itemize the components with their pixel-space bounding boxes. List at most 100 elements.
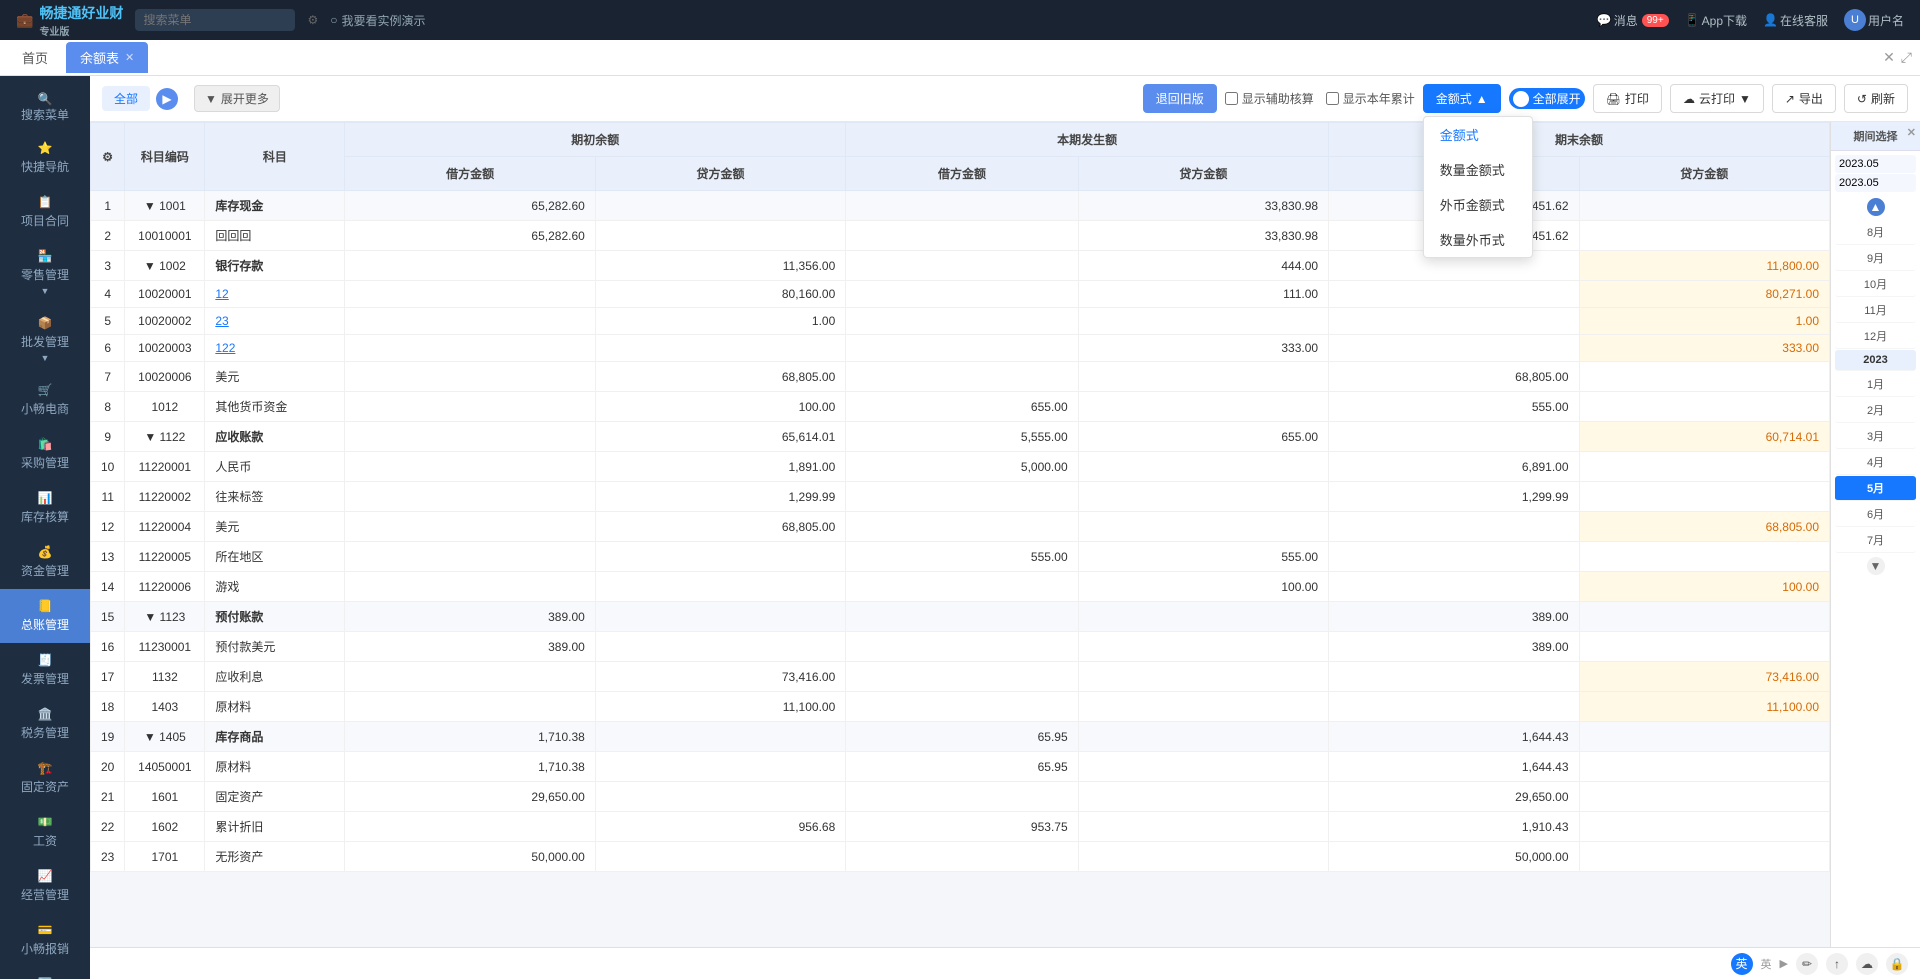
account-name-text[interactable]: 累计折旧 [215, 820, 263, 834]
upload-icon-btn[interactable]: ↑ [1826, 953, 1848, 975]
period-month-item[interactable]: 9月 [1835, 246, 1916, 271]
cloud-icon-btn[interactable]: ☁ [1856, 953, 1878, 975]
account-name[interactable]: 游戏 [205, 572, 345, 602]
account-name[interactable]: 应收利息 [205, 662, 345, 692]
sidebar-item-project[interactable]: 📋 项目合同 [0, 185, 90, 239]
account-name[interactable]: 其他货币资金 [205, 392, 345, 422]
cloud-print-btn[interactable]: ☁ 云打印 ▼ [1670, 84, 1764, 113]
sidebar-item-fixed-assets[interactable]: 🏗️ 固定资产 [0, 751, 90, 805]
lock-icon-btn[interactable]: 🔒 [1886, 953, 1908, 975]
account-name-text[interactable]: 美元 [215, 370, 239, 384]
account-name-text[interactable]: 人民币 [215, 460, 251, 474]
account-name[interactable]: 122 [205, 335, 345, 362]
return-old-btn[interactable]: 退回旧版 [1143, 84, 1217, 113]
tab-home[interactable]: 首页 [8, 42, 62, 73]
account-name[interactable]: 美元 [205, 362, 345, 392]
account-name-text[interactable]: 游戏 [215, 580, 239, 594]
print-btn[interactable]: 🖨 打印 [1593, 84, 1662, 113]
account-name[interactable]: 回回回 [205, 221, 345, 251]
account-name[interactable]: 原材料 [205, 692, 345, 722]
account-name-text[interactable]: 回回回 [215, 229, 251, 243]
period-month-item[interactable]: 11月 [1835, 298, 1916, 323]
account-name-text[interactable]: 美元 [215, 520, 239, 534]
sidebar-item-ledger[interactable]: 📒 总账管理 [0, 589, 90, 643]
account-name-text[interactable]: 原材料 [215, 700, 251, 714]
user-btn[interactable]: U 用户名 [1844, 9, 1904, 31]
account-name-text[interactable]: 12 [215, 287, 228, 301]
account-name-text[interactable]: 122 [215, 341, 235, 355]
sidebar-search[interactable]: 🔍 搜索菜单 [0, 84, 90, 131]
sidebar-item-quick-nav[interactable]: ⭐ 快捷导航 [0, 131, 90, 185]
app-download-btn[interactable]: 📱 App下载 [1685, 12, 1747, 29]
sidebar-item-payroll[interactable]: 💵 工资 [0, 805, 90, 859]
sidebar-item-purchase[interactable]: 🛍️ 采购管理 [0, 427, 90, 481]
account-name-text[interactable]: 预付款美元 [215, 640, 275, 654]
format-option-qty-amount[interactable]: 数量金额式 [1424, 152, 1532, 187]
period-up-btn[interactable]: ▲ [1867, 198, 1885, 216]
sidebar-item-inventory[interactable]: 📊 库存核算 [0, 481, 90, 535]
ytd-checkbox-input[interactable] [1326, 92, 1339, 105]
sidebar-item-ecommerce[interactable]: 🛒 小畅电商 [0, 373, 90, 427]
account-name[interactable]: 所在地区 [205, 542, 345, 572]
period-month-item[interactable]: 5月 [1835, 476, 1916, 501]
account-name[interactable]: 人民币 [205, 452, 345, 482]
period-month-item[interactable]: 2月 [1835, 398, 1916, 423]
gear-icon[interactable]: ⚙ [102, 150, 113, 164]
expand-all-toggle[interactable]: 全部展开 [1509, 88, 1585, 109]
period-close-btn[interactable]: ✕ [1907, 126, 1916, 139]
edit-icon-btn[interactable]: ✏ [1796, 953, 1818, 975]
account-name-text[interactable]: 往来标签 [215, 490, 263, 504]
format-btn[interactable]: 金额式 ▲ [1423, 84, 1501, 113]
sidebar-item-fund[interactable]: 💰 资金管理 [0, 535, 90, 589]
period-month-item[interactable]: 2023 [1835, 350, 1916, 371]
format-option-qty-fx[interactable]: 数量外币式 [1424, 222, 1532, 257]
account-name-text[interactable]: 无形资产 [215, 850, 263, 864]
sidebar-item-invoice[interactable]: 🧾 发票管理 [0, 643, 90, 697]
account-name[interactable]: 无形资产 [205, 842, 345, 872]
period-month-item[interactable]: 12月 [1835, 324, 1916, 349]
account-name[interactable]: 原材料 [205, 752, 345, 782]
period-month-item[interactable]: 1月 [1835, 372, 1916, 397]
expand-more-btn[interactable]: ▼ 展开更多 [194, 85, 280, 112]
account-name[interactable]: 12 [205, 281, 345, 308]
period-month-item[interactable]: 4月 [1835, 450, 1916, 475]
period-month-item[interactable]: 8月 [1835, 220, 1916, 245]
tab-balance-sheet[interactable]: 余额表 ✕ [66, 42, 148, 73]
period-month-item[interactable]: 7月 [1835, 528, 1916, 553]
sidebar-item-basic-info[interactable]: ℹ️ 基础信息 [0, 967, 90, 979]
period-month-item[interactable]: 3月 [1835, 424, 1916, 449]
show-auxiliary-checkbox[interactable]: 显示辅助核算 [1225, 90, 1314, 107]
demo-link[interactable]: ○ 我要看实例演示 [330, 12, 425, 29]
export-btn[interactable]: ↗ 导出 [1772, 84, 1836, 113]
sidebar-item-tax[interactable]: 🏛️ 税务管理 [0, 697, 90, 751]
sidebar-item-operations[interactable]: 📈 经营管理 [0, 859, 90, 913]
account-name-text[interactable]: 23 [215, 314, 228, 328]
sidebar-item-wholesale[interactable]: 📦 批发管理 ▼ [0, 306, 90, 373]
period-month-item[interactable]: 10月 [1835, 272, 1916, 297]
show-ytd-checkbox[interactable]: 显示本年累计 [1326, 90, 1415, 107]
account-name[interactable]: 预付款美元 [205, 632, 345, 662]
period-down-btn[interactable]: ▼ [1867, 557, 1885, 575]
online-service-btn[interactable]: 👤 在线客服 [1763, 12, 1828, 29]
period-month-item[interactable]: 6月 [1835, 502, 1916, 527]
breadcrumb-arrow-btn[interactable]: ▶ [156, 88, 178, 110]
account-name[interactable]: 美元 [205, 512, 345, 542]
settings-icon[interactable]: ⚙ [307, 13, 318, 27]
tab-close-icon[interactable]: ✕ [125, 51, 134, 64]
menu-search-input[interactable] [135, 9, 295, 31]
account-name-text[interactable]: 固定资产 [215, 790, 263, 804]
account-name-text[interactable]: 其他货币资金 [215, 400, 287, 414]
account-name-text[interactable]: 所在地区 [215, 550, 263, 564]
account-name-text[interactable]: 原材料 [215, 760, 251, 774]
expand-btn-header[interactable]: ⤢ [1901, 49, 1912, 66]
account-name[interactable]: 固定资产 [205, 782, 345, 812]
account-name[interactable]: 往来标签 [205, 482, 345, 512]
format-option-fx-amount[interactable]: 外币金额式 [1424, 187, 1532, 222]
sidebar-item-retail[interactable]: 🏪 零售管理 ▼ [0, 239, 90, 306]
all-tag[interactable]: 全部 [102, 86, 150, 111]
message-btn[interactable]: 💬 消息 99+ [1597, 12, 1669, 29]
account-name[interactable]: 累计折旧 [205, 812, 345, 842]
account-name[interactable]: 23 [205, 308, 345, 335]
refresh-btn[interactable]: ↺ 刷新 [1844, 84, 1908, 113]
auxiliary-checkbox-input[interactable] [1225, 92, 1238, 105]
